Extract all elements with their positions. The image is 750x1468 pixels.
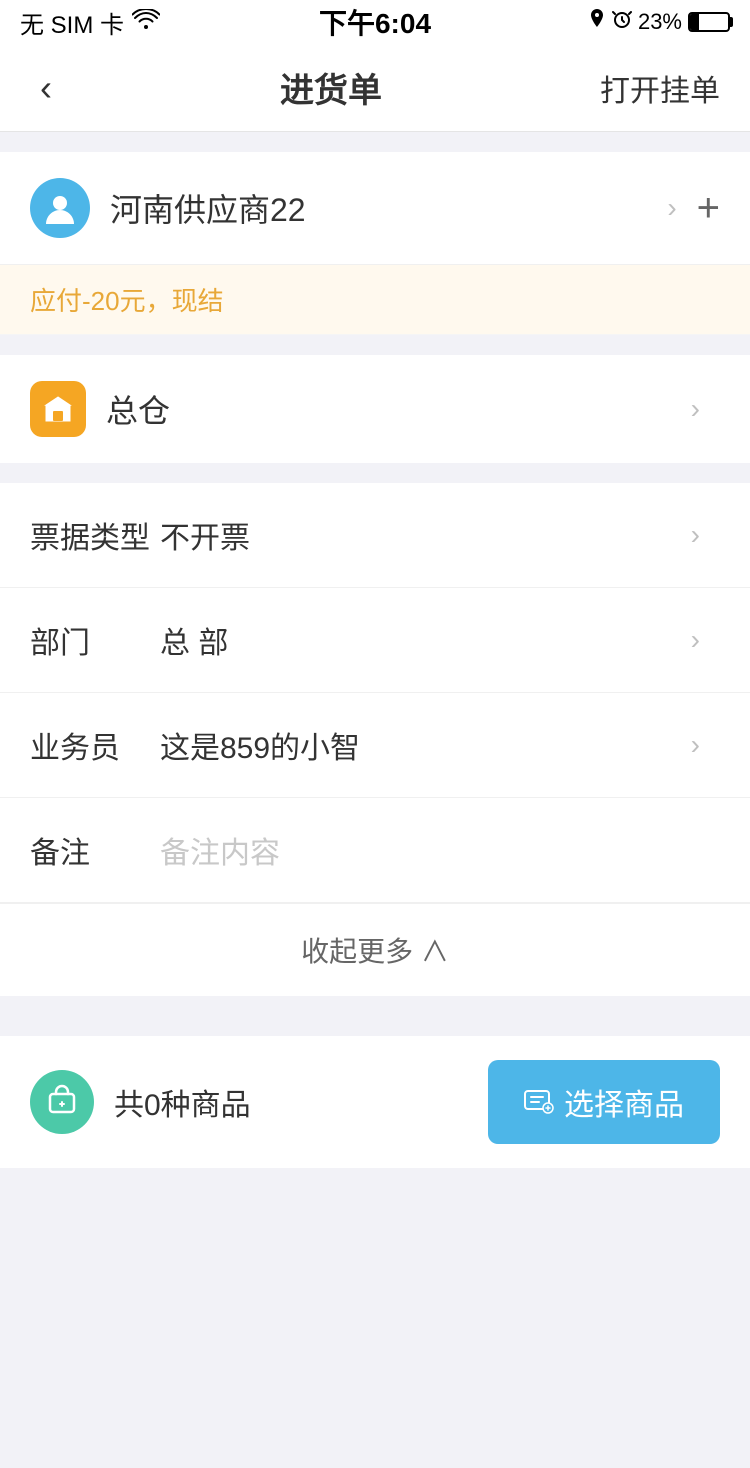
form-section: 票据类型 不开票 › 部门 总 部 › 业务员 这是859的小智 › 备注 备注… — [0, 483, 750, 996]
warehouse-icon — [30, 381, 86, 437]
status-left: 无 SIM 卡 — [20, 5, 160, 40]
carrier-text: 无 SIM 卡 — [20, 5, 124, 40]
section-gap-3 — [0, 463, 750, 483]
page-title: 进货单 — [280, 63, 382, 112]
section-gap-1 — [0, 132, 750, 152]
battery-percentage: 23% — [638, 9, 682, 35]
product-count: 共0种商品 — [114, 1080, 488, 1124]
status-bar: 无 SIM 卡 下午6:04 23% — [0, 0, 750, 44]
section-gap-2 — [0, 335, 750, 355]
remark-input[interactable]: 备注内容 — [160, 828, 720, 872]
section-gap-4 — [0, 996, 750, 1016]
supplier-avatar — [30, 178, 90, 238]
warehouse-label: 总仓 — [106, 386, 691, 432]
status-right: 23% — [588, 9, 730, 35]
salesperson-label: 业务员 — [30, 723, 160, 767]
supplier-row[interactable]: 河南供应商22 › + — [0, 152, 750, 265]
department-value: 总 部 — [160, 618, 691, 662]
select-product-label: 选择商品 — [564, 1080, 684, 1124]
nav-bar: ‹ 进货单 打开挂单 — [0, 44, 750, 132]
location-icon — [588, 9, 606, 35]
wifi-icon — [132, 9, 160, 35]
form-row-invoice[interactable]: 票据类型 不开票 › — [0, 483, 750, 588]
notice-bar: 应付-20元，现结 — [0, 265, 750, 335]
notice-text: 应付-20元，现结 — [30, 286, 224, 316]
form-row-remark[interactable]: 备注 备注内容 — [0, 798, 750, 903]
warehouse-chevron-icon: › — [691, 393, 700, 425]
product-icon — [30, 1070, 94, 1134]
department-chevron-icon: › — [691, 624, 700, 656]
supplier-name: 河南供应商22 — [110, 185, 667, 231]
battery-icon — [688, 12, 730, 32]
warehouse-section: 总仓 › — [0, 355, 750, 463]
status-time: 下午6:04 — [319, 2, 431, 42]
background-rest — [0, 1168, 750, 1468]
form-row-department[interactable]: 部门 总 部 › — [0, 588, 750, 693]
back-button[interactable]: ‹ — [30, 57, 62, 119]
product-bar: 共0种商品 选择商品 — [0, 1036, 750, 1168]
salesperson-chevron-icon: › — [691, 729, 700, 761]
remark-label: 备注 — [30, 828, 160, 872]
warehouse-row[interactable]: 总仓 › — [0, 355, 750, 463]
open-pending-button[interactable]: 打开挂单 — [600, 66, 720, 110]
invoice-label: 票据类型 — [30, 513, 160, 557]
invoice-value: 不开票 — [160, 513, 691, 557]
invoice-chevron-icon: › — [691, 519, 700, 551]
collapse-label: 收起更多 ∧ — [301, 936, 449, 967]
form-row-salesperson[interactable]: 业务员 这是859的小智 › — [0, 693, 750, 798]
collapse-button[interactable]: 收起更多 ∧ — [0, 903, 750, 996]
supplier-section: 河南供应商22 › + 应付-20元，现结 — [0, 152, 750, 335]
add-icon[interactable]: + — [697, 186, 720, 231]
alarm-icon — [612, 9, 632, 35]
salesperson-value: 这是859的小智 — [160, 723, 691, 767]
department-label: 部门 — [30, 618, 160, 662]
select-product-button[interactable]: 选择商品 — [488, 1060, 720, 1144]
supplier-chevron-icon: › — [667, 192, 676, 224]
